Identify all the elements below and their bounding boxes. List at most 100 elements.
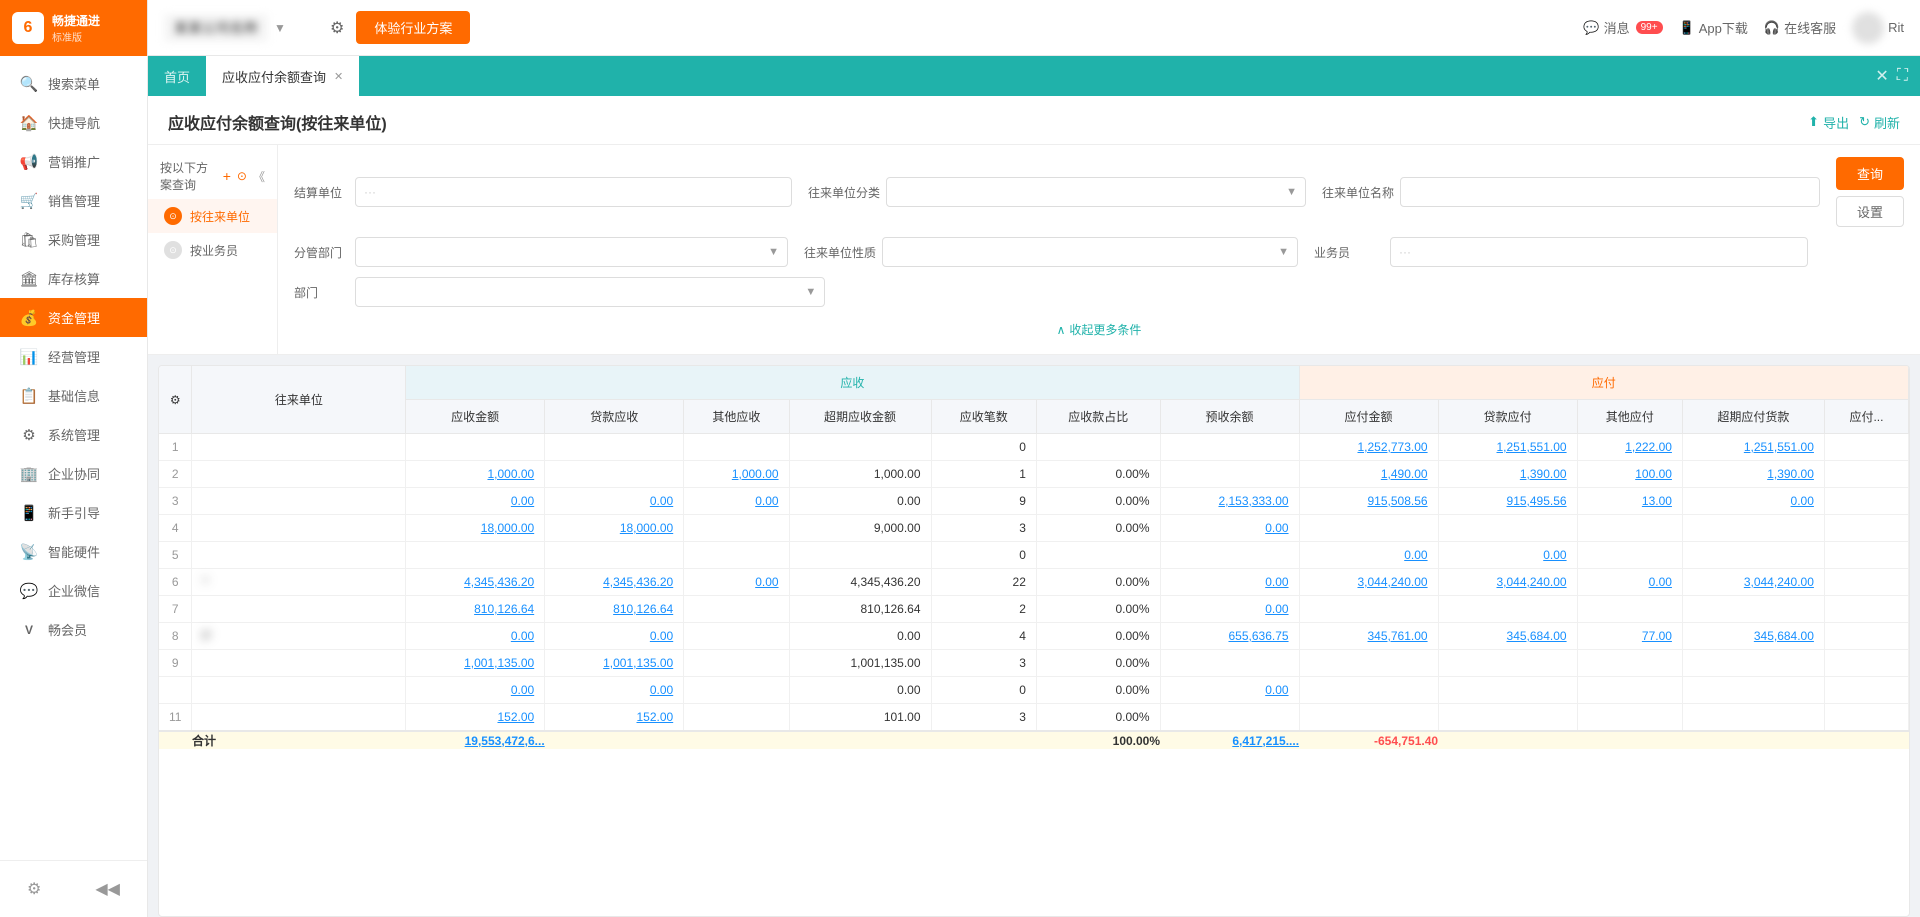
sidebar-item-basic[interactable]: 📋 基础信息: [0, 376, 147, 415]
settlement-input[interactable]: ···: [355, 177, 792, 207]
table-cell[interactable]: 77.00: [1577, 623, 1682, 650]
table-cell[interactable]: 152.00: [545, 704, 684, 732]
table-cell[interactable]: 1,390.00: [1438, 461, 1577, 488]
header-gear-icon[interactable]: ⚙: [330, 18, 344, 38]
footer-ar-prepay[interactable]: 6,417,215....: [1160, 731, 1299, 749]
table-cell[interactable]: 1,001,135.00: [545, 650, 684, 677]
collapse-sidebar-btn[interactable]: ◀◀: [89, 873, 126, 905]
refresh-btn[interactable]: ↻ 刷新: [1859, 113, 1900, 132]
table-cell[interactable]: 152.00: [406, 704, 545, 732]
table-cell[interactable]: 3,044,240.00: [1299, 569, 1438, 596]
table-cell[interactable]: 1,222.00: [1577, 434, 1682, 461]
company-dropdown-icon[interactable]: ▼: [274, 21, 286, 35]
table-cell[interactable]: 3,044,240.00: [1438, 569, 1577, 596]
tab-home[interactable]: 首页: [148, 56, 206, 96]
online-service-btn[interactable]: 🎧 在线客服: [1764, 18, 1836, 37]
table-cell[interactable]: 655,636.75: [1160, 623, 1299, 650]
sidebar-item-hardware[interactable]: 📡 智能硬件: [0, 532, 147, 571]
footer-ar-amount[interactable]: 19,553,472,6...: [406, 731, 545, 749]
add-filter-btn[interactable]: +: [223, 168, 231, 184]
sidebar-item-search[interactable]: 🔍 搜索菜单: [0, 64, 147, 103]
filter-group-name: 往来单位名称: [1322, 157, 1820, 227]
table-cell[interactable]: 0.00: [406, 623, 545, 650]
app-download-btn[interactable]: 📱 App下载: [1679, 18, 1748, 37]
settings-bottom-icon[interactable]: ⚙: [21, 873, 47, 905]
sidebar-item-finance[interactable]: 💰 资金管理: [0, 298, 147, 337]
table-cell[interactable]: 0.00: [545, 488, 684, 515]
try-solution-btn[interactable]: 体验行业方案: [356, 11, 470, 44]
dept2-input[interactable]: ▼: [355, 277, 825, 307]
table-cell[interactable]: 13.00: [1577, 488, 1682, 515]
table-cell[interactable]: 0.00: [1160, 596, 1299, 623]
sidebar-item-business[interactable]: 📊 经营管理: [0, 337, 147, 376]
sidebar-item-corp[interactable]: 🏢 企业协同: [0, 454, 147, 493]
table-cell[interactable]: 0.00: [1438, 542, 1577, 569]
table-cell[interactable]: 0.00: [1160, 515, 1299, 542]
sidebar-item-sales[interactable]: 🛒 销售管理: [0, 181, 147, 220]
table-cell[interactable]: 1,251,551.00: [1682, 434, 1824, 461]
table-cell[interactable]: 18,000.00: [406, 515, 545, 542]
table-cell[interactable]: 345,684.00: [1438, 623, 1577, 650]
sidebar-item-newbie[interactable]: 📱 新手引导: [0, 493, 147, 532]
tab-close-window-icon[interactable]: ✕: [1875, 66, 1888, 86]
table-cell[interactable]: 4,345,436.20: [406, 569, 545, 596]
sidebar-item-system[interactable]: ⚙ 系统管理: [0, 415, 147, 454]
notification-btn[interactable]: 💬 消息 99+: [1583, 18, 1662, 37]
table-cell[interactable]: 810,126.64: [545, 596, 684, 623]
table-cell[interactable]: 915,495.56: [1438, 488, 1577, 515]
table-cell[interactable]: 1,001,135.00: [406, 650, 545, 677]
table-cell[interactable]: 0.00: [1577, 569, 1682, 596]
salesperson-input[interactable]: ···: [1390, 237, 1808, 267]
sidebar-item-shortcut[interactable]: 🏠 快捷导航: [0, 103, 147, 142]
table-cell[interactable]: 1,252,773.00: [1299, 434, 1438, 461]
tab-maximize-icon[interactable]: ⛶: [1897, 67, 1908, 85]
dept-input[interactable]: ▼: [355, 237, 788, 267]
table-cell[interactable]: 0.00: [545, 623, 684, 650]
table-cell[interactable]: 915,508.56: [1299, 488, 1438, 515]
sidebar-item-wechat[interactable]: 💬 企业微信: [0, 571, 147, 610]
tab-close-icon[interactable]: ✕: [334, 70, 343, 83]
table-cell[interactable]: 100.00: [1577, 461, 1682, 488]
table-cell[interactable]: 3,044,240.00: [1682, 569, 1824, 596]
table-cell[interactable]: 4,345,436.20: [545, 569, 684, 596]
table-cell[interactable]: 810,126.64: [406, 596, 545, 623]
category-input[interactable]: ▼: [886, 177, 1306, 207]
name-input[interactable]: [1400, 177, 1820, 207]
filter-collapse-icon[interactable]: 《: [253, 168, 265, 185]
collapse-more-btn[interactable]: ∧ 收起更多条件: [294, 317, 1904, 342]
sidebar-item-label: 系统管理: [48, 425, 100, 444]
table-cell[interactable]: 0.00: [1682, 488, 1824, 515]
set-btn[interactable]: 设置: [1836, 196, 1904, 227]
query-item-staff[interactable]: ⊙ 按业务员: [148, 233, 277, 267]
sidebar-item-marketing[interactable]: 📢 营销推广: [0, 142, 147, 181]
table-cell[interactable]: 0.00: [1160, 569, 1299, 596]
table-cell[interactable]: 1,000.00: [406, 461, 545, 488]
query-item-customer[interactable]: ⊙ 按往来单位: [148, 199, 277, 233]
table-cell[interactable]: 0.00: [684, 488, 789, 515]
table-cell[interactable]: 0.00: [406, 488, 545, 515]
table-cell[interactable]: 0.00: [684, 569, 789, 596]
export-btn[interactable]: ⬆ 导出: [1808, 113, 1849, 132]
table-cell[interactable]: 2,153,333.00: [1160, 488, 1299, 515]
table-cell[interactable]: 0.00: [1299, 542, 1438, 569]
table-cell[interactable]: 0.00: [1160, 677, 1299, 704]
nature-input[interactable]: ▼: [882, 237, 1298, 267]
table-cell[interactable]: 1,390.00: [1682, 461, 1824, 488]
sidebar-item-member[interactable]: V 畅会员: [0, 610, 147, 649]
filter-settings-icon[interactable]: ⊙: [237, 169, 247, 183]
table-cell[interactable]: 1,251,551.00: [1438, 434, 1577, 461]
table-cell[interactable]: 345,761.00: [1299, 623, 1438, 650]
table-cell[interactable]: 345,684.00: [1682, 623, 1824, 650]
tab-ar-ap[interactable]: 应收应付余额查询 ✕: [206, 56, 359, 96]
query-btn[interactable]: 查询: [1836, 157, 1904, 190]
table-cell[interactable]: 1,000.00: [684, 461, 789, 488]
sidebar-item-purchase[interactable]: 🛍 采购管理: [0, 220, 147, 259]
table-cell[interactable]: 0.00: [406, 677, 545, 704]
table-container[interactable]: ⚙ 往来单位 应收 应付 应收金额 贷款应收 其他应收 超期应收金额 应收笔数 …: [158, 365, 1910, 917]
table-cell[interactable]: 1,490.00: [1299, 461, 1438, 488]
sidebar-item-inventory[interactable]: 🏛 库存核算: [0, 259, 147, 298]
table-cell[interactable]: 0.00: [545, 677, 684, 704]
table-settings-icon[interactable]: ⚙: [170, 393, 181, 407]
table-cell[interactable]: 18,000.00: [545, 515, 684, 542]
user-avatar-area[interactable]: Rit: [1852, 12, 1904, 44]
